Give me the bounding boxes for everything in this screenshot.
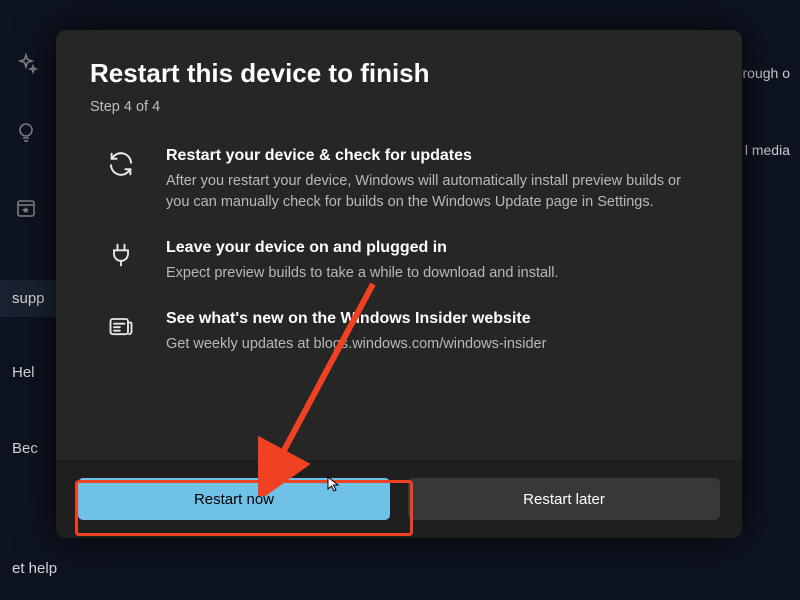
calendar-star-icon [14, 196, 38, 220]
dialog-footer: Restart now Restart later [56, 460, 742, 538]
sparkle-icon [14, 52, 38, 76]
plug-icon [100, 239, 142, 284]
row-heading: See what's new on the Windows Insider we… [166, 310, 546, 328]
row-body: Expect preview builds to take a while to… [166, 263, 559, 284]
bg-text: rough o [743, 65, 790, 81]
sidebar-item[interactable]: Bec [0, 430, 50, 467]
row-heading: Restart your device & check for updates [166, 147, 708, 165]
news-icon [100, 310, 142, 355]
bg-text: l media [745, 142, 790, 158]
get-help-link[interactable]: et help [0, 550, 69, 587]
step-indicator: Step 4 of 4 [90, 99, 708, 115]
row-heading: Leave your device on and plugged in [166, 239, 559, 257]
info-row-news: See what's new on the Windows Insider we… [100, 310, 708, 355]
sidebar-item[interactable]: Hel [0, 354, 47, 391]
restart-now-button[interactable]: Restart now [78, 478, 390, 520]
dialog-title: Restart this device to finish [90, 58, 708, 89]
info-row-power: Leave your device on and plugged in Expe… [100, 239, 708, 284]
restart-dialog: Restart this device to finish Step 4 of … [56, 30, 742, 538]
row-body: After you restart your device, Windows w… [166, 171, 708, 213]
lightbulb-icon [14, 120, 38, 144]
restart-later-button[interactable]: Restart later [408, 478, 720, 520]
dialog-body: Restart your device & check for updates … [56, 123, 742, 460]
info-row-restart: Restart your device & check for updates … [100, 147, 708, 213]
refresh-icon [100, 147, 142, 213]
row-body: Get weekly updates at blogs.windows.com/… [166, 334, 546, 355]
